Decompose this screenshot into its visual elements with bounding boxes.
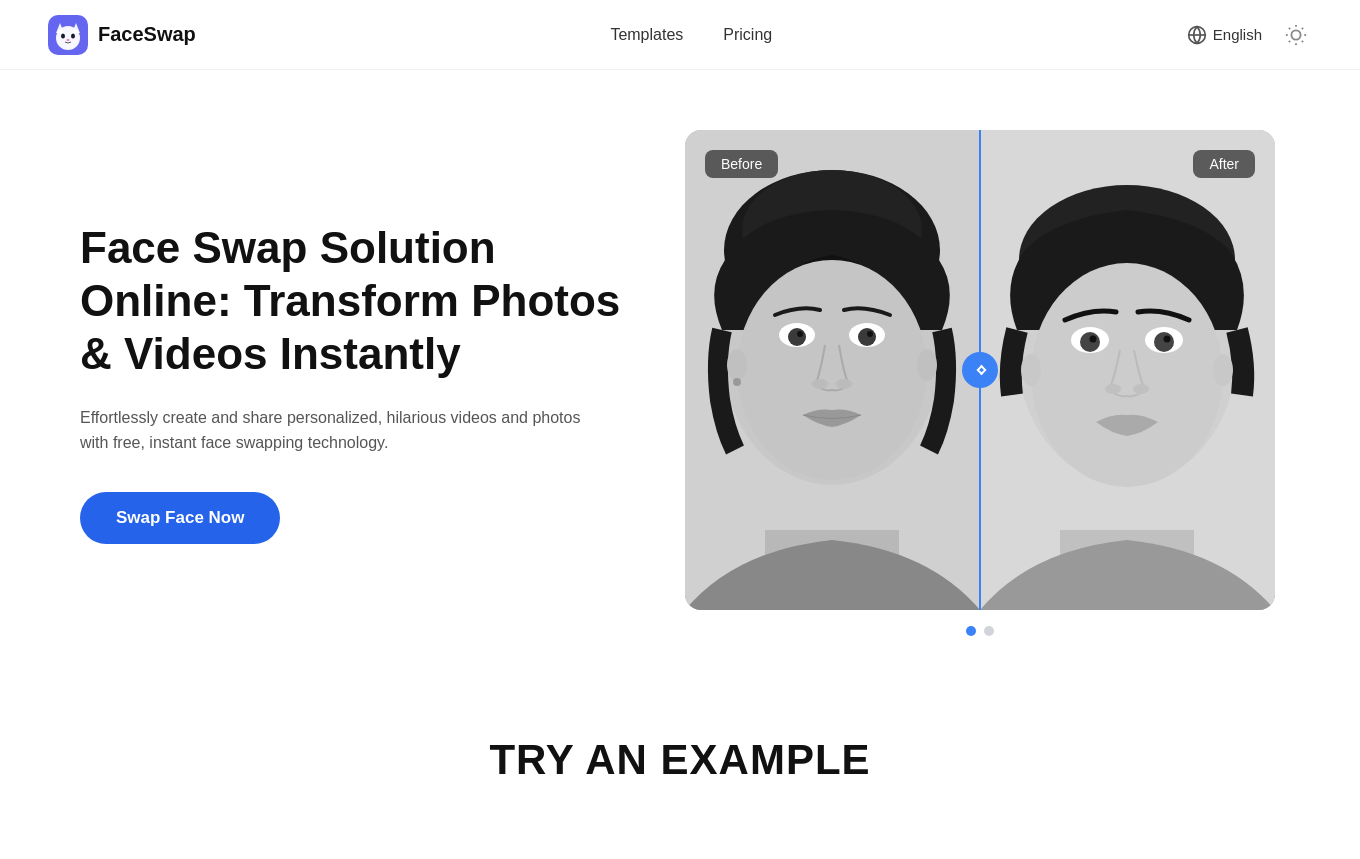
header-right: English xyxy=(1187,19,1312,51)
hero-section: Face Swap Solution Online: Transform Pho… xyxy=(0,70,1360,676)
arrows-icon xyxy=(971,361,989,379)
comparison-widget: Before After xyxy=(685,130,1275,610)
after-label: After xyxy=(1193,150,1255,178)
svg-point-4 xyxy=(61,33,65,38)
svg-point-49 xyxy=(1021,354,1041,386)
globe-icon xyxy=(1187,25,1207,45)
svg-line-13 xyxy=(1302,40,1303,41)
language-label: English xyxy=(1213,26,1262,43)
after-image xyxy=(980,130,1275,610)
hero-text: Face Swap Solution Online: Transform Pho… xyxy=(80,222,632,544)
svg-line-16 xyxy=(1289,40,1290,41)
before-label: Before xyxy=(705,150,778,178)
svg-line-17 xyxy=(1302,27,1303,28)
hero-title: Face Swap Solution Online: Transform Pho… xyxy=(80,222,632,380)
comparison-handle[interactable] xyxy=(962,352,998,388)
svg-point-33 xyxy=(727,349,747,381)
try-example-title: TRY AN EXAMPLE xyxy=(80,736,1280,784)
svg-point-40 xyxy=(1031,263,1223,487)
main-nav: Templates Pricing xyxy=(610,26,772,44)
before-face-svg xyxy=(685,130,980,610)
svg-point-50 xyxy=(1213,354,1233,386)
carousel-dot-2[interactable] xyxy=(984,626,994,636)
svg-point-29 xyxy=(797,331,803,337)
svg-point-28 xyxy=(858,328,876,346)
carousel-dots xyxy=(966,626,994,636)
svg-point-31 xyxy=(812,379,828,389)
svg-point-32 xyxy=(836,379,852,389)
svg-point-48 xyxy=(1133,384,1149,394)
svg-point-5 xyxy=(71,33,75,38)
svg-point-24 xyxy=(737,260,927,480)
svg-line-12 xyxy=(1289,27,1290,28)
svg-point-45 xyxy=(1090,336,1097,343)
svg-point-9 xyxy=(1291,30,1300,39)
hero-visual: Before After xyxy=(680,130,1280,636)
nav-templates[interactable]: Templates xyxy=(610,26,683,44)
svg-point-27 xyxy=(788,328,806,346)
svg-point-35 xyxy=(733,378,741,386)
sun-icon xyxy=(1285,24,1307,46)
svg-point-44 xyxy=(1154,332,1174,352)
carousel-dot-1[interactable] xyxy=(966,626,976,636)
hero-description: Effortlessly create and share personaliz… xyxy=(80,405,600,456)
logo-icon xyxy=(48,15,88,55)
svg-point-46 xyxy=(1164,336,1171,343)
svg-point-43 xyxy=(1080,332,1100,352)
nav-pricing[interactable]: Pricing xyxy=(723,26,772,44)
theme-toggle-button[interactable] xyxy=(1280,19,1312,51)
svg-point-47 xyxy=(1105,384,1121,394)
after-face-svg xyxy=(980,130,1275,610)
svg-point-34 xyxy=(917,349,937,381)
swap-face-now-button[interactable]: Swap Face Now xyxy=(80,492,280,544)
svg-point-3 xyxy=(56,26,80,50)
svg-point-30 xyxy=(867,331,873,337)
before-image xyxy=(685,130,980,610)
language-selector[interactable]: English xyxy=(1187,25,1262,45)
try-example-section: TRY AN EXAMPLE xyxy=(0,676,1360,824)
logo-label: FaceSwap xyxy=(98,23,196,46)
svg-point-6 xyxy=(67,39,70,41)
header: FaceSwap Templates Pricing English xyxy=(0,0,1360,70)
logo[interactable]: FaceSwap xyxy=(48,15,196,55)
